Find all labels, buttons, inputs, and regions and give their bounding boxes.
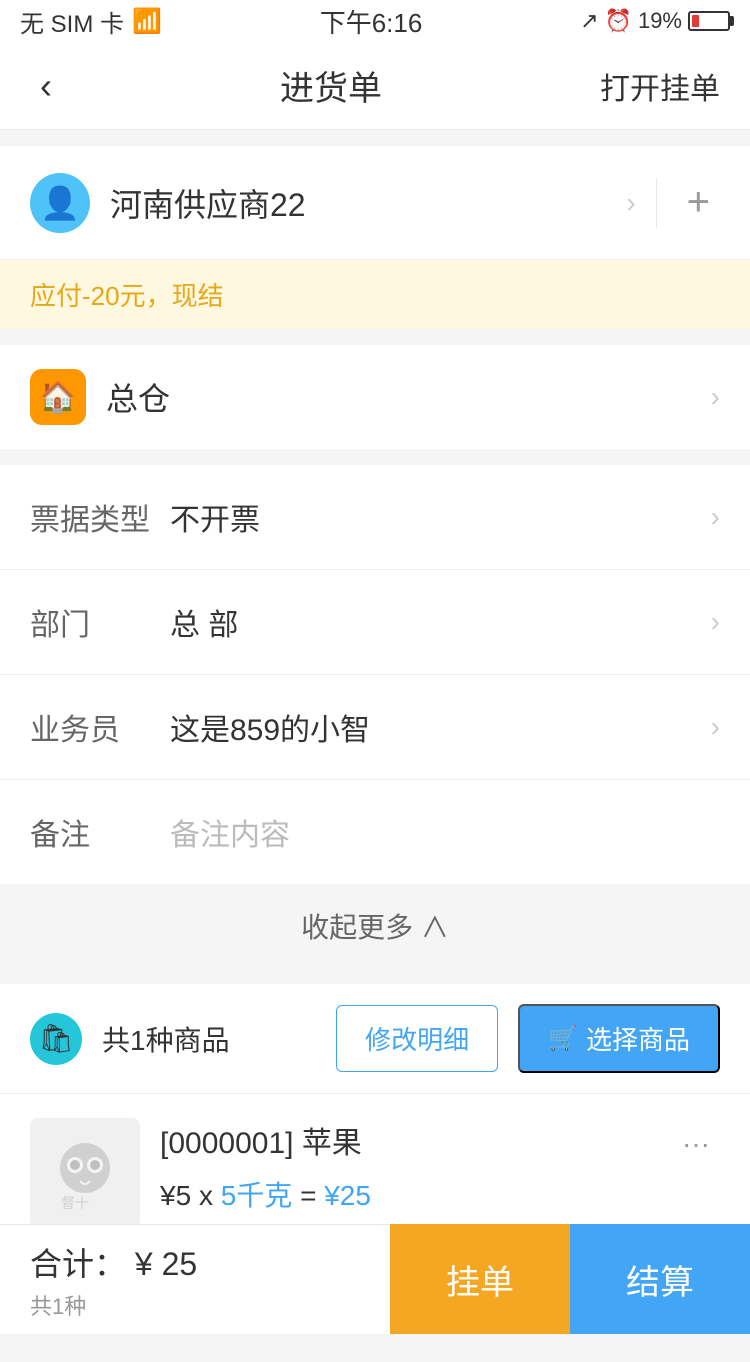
product-code: [0000001]	[160, 1127, 293, 1160]
section-gap-3	[0, 449, 750, 465]
total-count: 共1种	[30, 1289, 360, 1321]
quantity-value: 5千克	[221, 1180, 293, 1211]
back-button[interactable]: ‹	[30, 55, 62, 117]
product-bag-icon: 🛍	[38, 1022, 74, 1055]
remark-label: 备注	[30, 810, 170, 854]
total-label: 合计：	[30, 1246, 126, 1282]
warehouse-icon: 🏠	[30, 369, 86, 425]
invoice-chevron-icon: ›	[711, 501, 720, 533]
supplier-chevron-icon: ›	[626, 187, 635, 219]
collapse-button[interactable]: 收起更多 ∧	[0, 884, 750, 968]
product-name: [0000001] 苹果	[160, 1118, 672, 1162]
department-row[interactable]: 部门 总 部 ›	[0, 570, 750, 675]
checkout-button[interactable]: 结算	[570, 1224, 750, 1334]
status-bar: 无 SIM 卡 📶 下午6:16 ↗ ⏰ 19%	[0, 0, 750, 42]
salesperson-chevron-icon: ›	[711, 711, 720, 743]
warehouse-name: 总仓	[106, 374, 711, 420]
product-title: 苹果	[302, 1127, 362, 1160]
product-more-button[interactable]: ···	[672, 1118, 720, 1170]
salesperson-value: 这是859的小智	[170, 705, 711, 749]
warehouse-row[interactable]: 🏠 总仓 ›	[0, 345, 750, 449]
status-right: ↗ ⏰ 19%	[580, 8, 730, 34]
select-product-label: 选择商品	[586, 1020, 690, 1057]
section-gap-1	[0, 130, 750, 146]
page-title: 进货单	[280, 61, 382, 110]
battery-icon	[688, 11, 730, 31]
edit-detail-button[interactable]: 修改明细	[336, 1005, 498, 1072]
location-icon: ↗	[580, 8, 598, 34]
bottom-bar: 合计： ¥ 25 共1种 挂单 结算	[0, 1224, 750, 1334]
total-amount: 合计： ¥ 25	[30, 1239, 360, 1285]
total-section: 合计： ¥ 25 共1种	[0, 1224, 390, 1334]
hang-button[interactable]: 挂单	[390, 1224, 570, 1334]
product-count-text: 共1种商品	[102, 1019, 316, 1059]
warning-row: 应付-20元，现结	[0, 260, 750, 329]
product-count-icon: 🛍	[30, 1013, 82, 1065]
add-button[interactable]: +	[677, 170, 720, 235]
product-info: [0000001] 苹果 ¥5 x 5千克 = ¥25	[160, 1118, 672, 1214]
product-price: ¥5 x 5千克 = ¥25	[160, 1174, 672, 1214]
total-value: ¥ 25	[135, 1246, 197, 1282]
price-value: ¥5	[160, 1180, 191, 1211]
alarm-icon: ⏰	[605, 8, 632, 34]
product-header: 🛍 共1种商品 修改明细 🛒 选择商品	[0, 984, 750, 1093]
supplier-avatar: 👤	[30, 173, 90, 233]
invoice-type-value: 不开票	[170, 495, 711, 539]
invoice-type-row[interactable]: 票据类型 不开票 ›	[0, 465, 750, 570]
invoice-type-label: 票据类型	[30, 495, 170, 539]
form-section: 票据类型 不开票 › 部门 总 部 › 业务员 这是859的小智 › 备注 备注…	[0, 465, 750, 884]
avatar-icon: 👤	[40, 184, 80, 222]
price-equals: =	[300, 1180, 324, 1211]
battery-percent: 19%	[638, 8, 682, 34]
warehouse-icon-inner: 🏠	[39, 380, 76, 415]
salesperson-label: 业务员	[30, 705, 170, 749]
status-left: 无 SIM 卡 📶	[20, 4, 162, 39]
section-gap-2	[0, 329, 750, 345]
supplier-row[interactable]: 👤 河南供应商22 › +	[0, 146, 750, 260]
cart-icon: 🛒	[548, 1024, 578, 1053]
department-label: 部门	[30, 600, 170, 644]
total-value: ¥25	[324, 1180, 371, 1211]
product-thumbnail: 督十	[30, 1118, 140, 1228]
department-value: 总 部	[170, 600, 711, 644]
product-thumb-svg: 督十	[45, 1133, 125, 1213]
select-product-button[interactable]: 🛒 选择商品	[518, 1004, 720, 1073]
carrier-text: 无 SIM 卡	[20, 4, 124, 39]
supplier-name: 河南供应商22	[110, 180, 626, 226]
wifi-icon: 📶	[132, 7, 162, 36]
department-chevron-icon: ›	[711, 606, 720, 638]
nav-bar: ‹ 进货单 打开挂单	[0, 42, 750, 130]
svg-text:督十: 督十	[61, 1195, 89, 1211]
supplier-section: 👤 河南供应商22 › + 应付-20元，现结	[0, 146, 750, 329]
remark-row[interactable]: 备注 备注内容	[0, 780, 750, 884]
salesperson-row[interactable]: 业务员 这是859的小智 ›	[0, 675, 750, 780]
price-x: x	[199, 1180, 221, 1211]
vertical-divider	[656, 178, 657, 228]
open-hang-button[interactable]: 打开挂单	[600, 64, 720, 108]
warehouse-chevron-icon: ›	[711, 381, 720, 413]
status-time: 下午6:16	[320, 3, 423, 40]
warehouse-section: 🏠 总仓 ›	[0, 345, 750, 449]
remark-placeholder: 备注内容	[170, 810, 720, 854]
